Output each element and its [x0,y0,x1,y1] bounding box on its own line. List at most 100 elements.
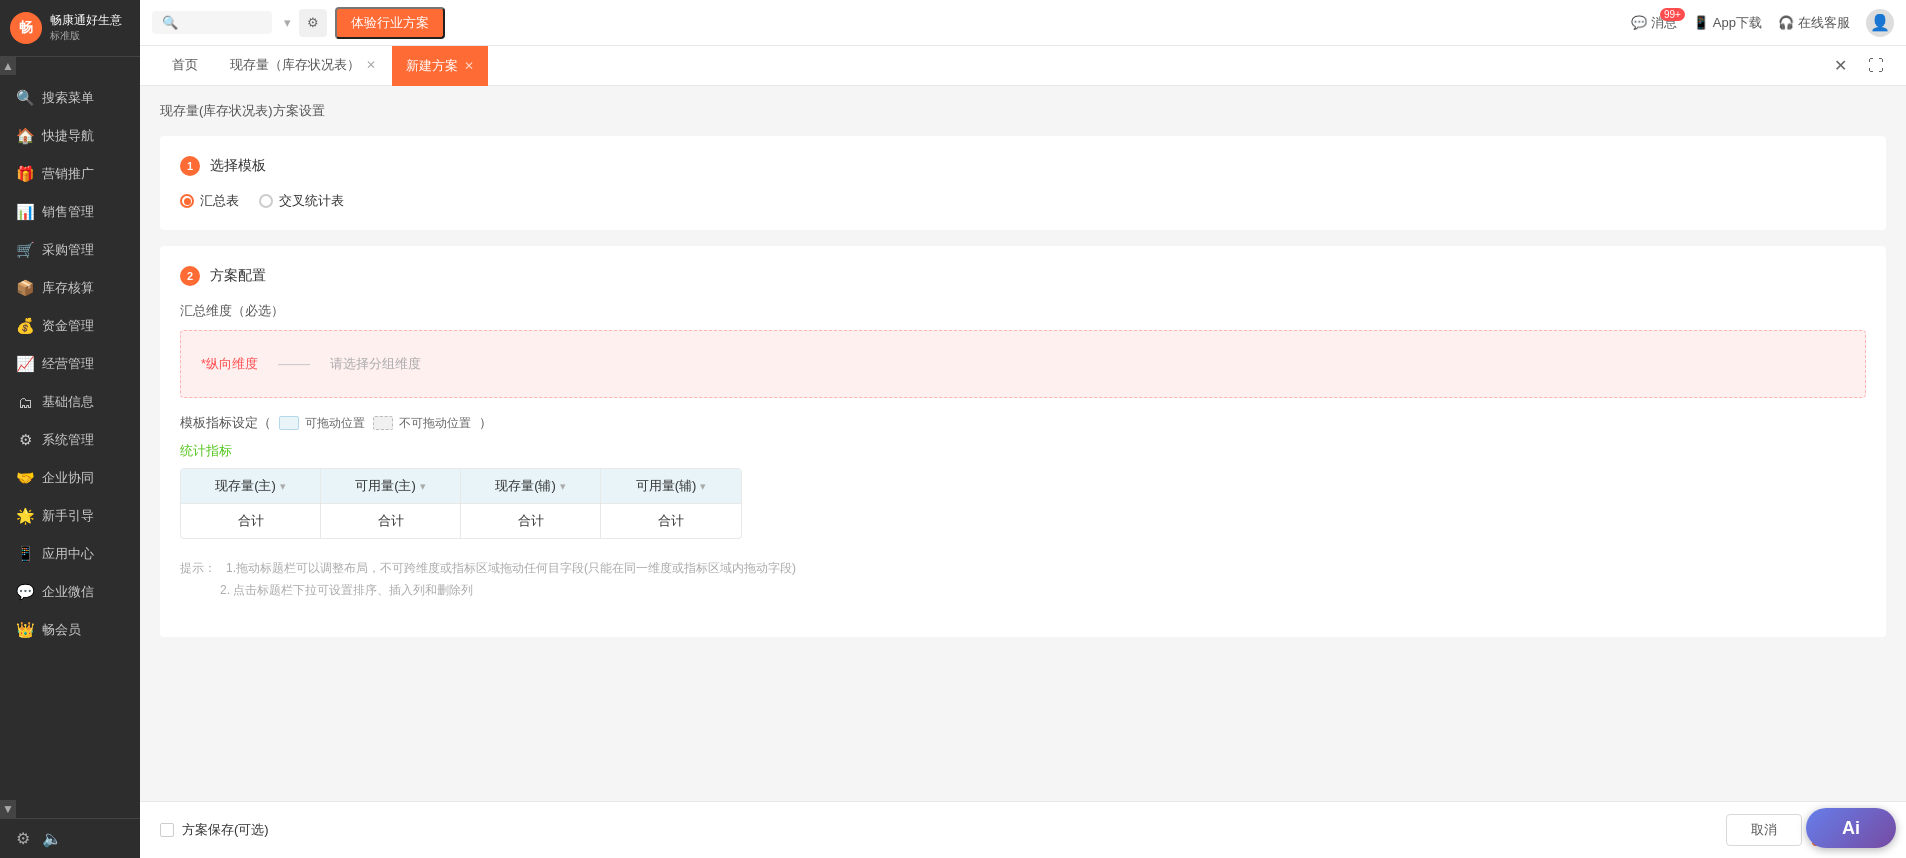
radio-cross-circle [259,194,273,208]
step1-card: 1 选择模板 汇总表 交叉统计表 [160,136,1886,230]
tab-home[interactable]: 首页 [156,46,214,86]
radio-cross-label: 交叉统计表 [279,192,344,210]
sidebar-item-label: 资金管理 [42,317,94,335]
cancel-button[interactable]: 取消 [1726,814,1802,846]
tab-new-close[interactable]: ✕ [464,59,474,73]
dimension-divider: —— [278,355,310,373]
sidebar-item-label: 企业协同 [42,469,94,487]
dropdown-icon-0: ▾ [280,480,286,493]
sidebar-item-label: 搜索菜单 [42,89,94,107]
finance-icon: 💰 [16,317,34,335]
save-option[interactable]: 方案保存(可选) [160,821,269,839]
settings-bottom-icon[interactable]: ⚙ [16,829,30,848]
app-download-button[interactable]: 📱 App下载 [1693,14,1762,32]
sidebar-item-label: 经营管理 [42,355,94,373]
sidebar-item-inventory[interactable]: 📦 库存核算 [0,269,140,307]
sidebar-item-label: 企业微信 [42,583,94,601]
search-nav-icon: 🔍 [16,89,34,107]
sidebar-item-finance[interactable]: 💰 资金管理 [0,307,140,345]
topbar-dropdown[interactable]: ▾ [280,15,291,30]
sidebar-item-marketing[interactable]: 🎁 营销推广 [0,155,140,193]
speaker-icon[interactable]: 🔈 [42,829,62,848]
collab-icon: 🤝 [16,469,34,487]
radio-summary[interactable]: 汇总表 [180,192,239,210]
sales-icon: 📊 [16,203,34,221]
ai-fab-button[interactable]: Ai [1806,808,1896,848]
sidebar-item-newbie[interactable]: 🌟 新手引导 [0,497,140,535]
stats-header-3[interactable]: 可用量(辅) ▾ [601,469,741,503]
headset-icon: 🎧 [1778,15,1794,30]
sidebar-scroll-down[interactable]: ▼ [0,800,16,818]
basics-icon: 🗂 [16,393,34,411]
sidebar-item-management[interactable]: 📈 经营管理 [0,345,140,383]
sidebar-item-quicknav[interactable]: 🏠 快捷导航 [0,117,140,155]
step1-header: 1 选择模板 [180,156,1866,176]
tip-item-1: 2. 点击标题栏下拉可设置排序、插入列和删除列 [180,580,1866,602]
step2-header: 2 方案配置 [180,266,1866,286]
sidebar-item-search[interactable]: 🔍 搜索菜单 [0,79,140,117]
stats-header-label-1: 可用量(主) [355,477,416,495]
sidebar-item-system[interactable]: ⚙ 系统管理 [0,421,140,459]
message-button[interactable]: 💬 消息 99+ [1631,14,1677,32]
member-icon: 👑 [16,621,34,639]
stats-header-label-3: 可用量(辅) [636,477,697,495]
sidebar-item-collab[interactable]: 🤝 企业协同 [0,459,140,497]
sidebar-item-wechat[interactable]: 💬 企业微信 [0,573,140,611]
sidebar-scroll-up[interactable]: ▲ [0,57,16,75]
bottom-bar: 方案保存(可选) 取消 查询 [140,801,1906,858]
stats-title: 统计指标 [180,442,1866,460]
app-download-label: App下载 [1713,14,1762,32]
tip-item-0: 1.拖动标题栏可以调整布局，不可跨维度或指标区域拖动任何目字段(只能在同一维度或… [226,561,796,575]
sidebar-item-sales[interactable]: 📊 销售管理 [0,193,140,231]
sidebar-item-purchase[interactable]: 🛒 采购管理 [0,231,140,269]
dropdown-icon-2: ▾ [560,480,566,493]
sidebar-item-label: 采购管理 [42,241,94,259]
stats-header-2[interactable]: 现存量(辅) ▾ [461,469,601,503]
step2-number: 2 [180,266,200,286]
stats-cell-0-0: 合计 [181,504,321,538]
ai-fab-label: Ai [1842,818,1860,839]
gear-icon: ⚙ [307,15,319,30]
tab-expand-btn[interactable]: ⛶ [1862,52,1890,80]
radio-cross[interactable]: 交叉统计表 [259,192,344,210]
app-download-icon: 📱 [1693,15,1709,30]
tab-inventory[interactable]: 现存量（库存状况表） ✕ [214,46,392,86]
template-radio-group: 汇总表 交叉统计表 [180,192,1866,210]
topbar-gear-button[interactable]: ⚙ [299,9,327,37]
tab-new-label: 新建方案 [406,57,458,75]
topbar-search-icon: 🔍 [162,15,178,30]
stats-header-0[interactable]: 现存量(主) ▾ [181,469,321,503]
avatar-icon: 👤 [1870,13,1890,32]
stats-header-label-2: 现存量(辅) [495,477,556,495]
sidebar-item-label: 快捷导航 [42,127,94,145]
appstore-icon: 📱 [16,545,34,563]
user-avatar[interactable]: 👤 [1866,9,1894,37]
tab-inventory-close[interactable]: ✕ [366,58,376,72]
save-checkbox[interactable] [160,823,174,837]
sidebar-item-label: 营销推广 [42,165,94,183]
stats-table: 现存量(主) ▾ 可用量(主) ▾ 现存量(辅) ▾ [180,468,742,539]
online-support-button[interactable]: 🎧 在线客服 [1778,14,1850,32]
stats-header-row: 现存量(主) ▾ 可用量(主) ▾ 现存量(辅) ▾ [181,469,741,503]
stats-body-row-0: 合计 合计 合计 合计 [181,503,741,538]
content-area: 现存量(库存状况表)方案设置 1 选择模板 汇总表 交叉统计表 [140,86,1906,801]
tab-new-scheme[interactable]: 新建方案 ✕ [392,46,488,86]
tab-close-btn[interactable]: ✕ [1826,52,1854,80]
stats-cell-0-1: 合计 [321,504,461,538]
sidebar-item-member[interactable]: 👑 畅会员 [0,611,140,649]
sidebar-item-label: 基础信息 [42,393,94,411]
topbar-search-box[interactable]: 🔍 [152,11,272,34]
dimension-area[interactable]: *纵向维度 —— 请选择分组维度 [180,330,1866,398]
tip-title: 提示： 1.拖动标题栏可以调整布局，不可跨维度或指标区域拖动任何目字段(只能在同… [180,558,1866,580]
sidebar-item-basics[interactable]: 🗂 基础信息 [0,383,140,421]
sidebar-item-appstore[interactable]: 📱 应用中心 [0,535,140,573]
stats-header-1[interactable]: 可用量(主) ▾ [321,469,461,503]
logo-icon: 畅 [10,12,42,44]
app-name: 畅康通好生意 [50,13,122,29]
tab-home-label: 首页 [172,56,198,74]
experience-button[interactable]: 体验行业方案 [335,7,445,39]
stats-cell-0-2: 合计 [461,504,601,538]
sidebar-item-label: 畅会员 [42,621,81,639]
chevron-down-icon: ▾ [284,15,291,30]
sidebar: 畅 畅康通好生意 标准版 ▲ 🔍 搜索菜单 🏠 快捷导航 🎁 营销推广 📊 销售… [0,0,140,858]
